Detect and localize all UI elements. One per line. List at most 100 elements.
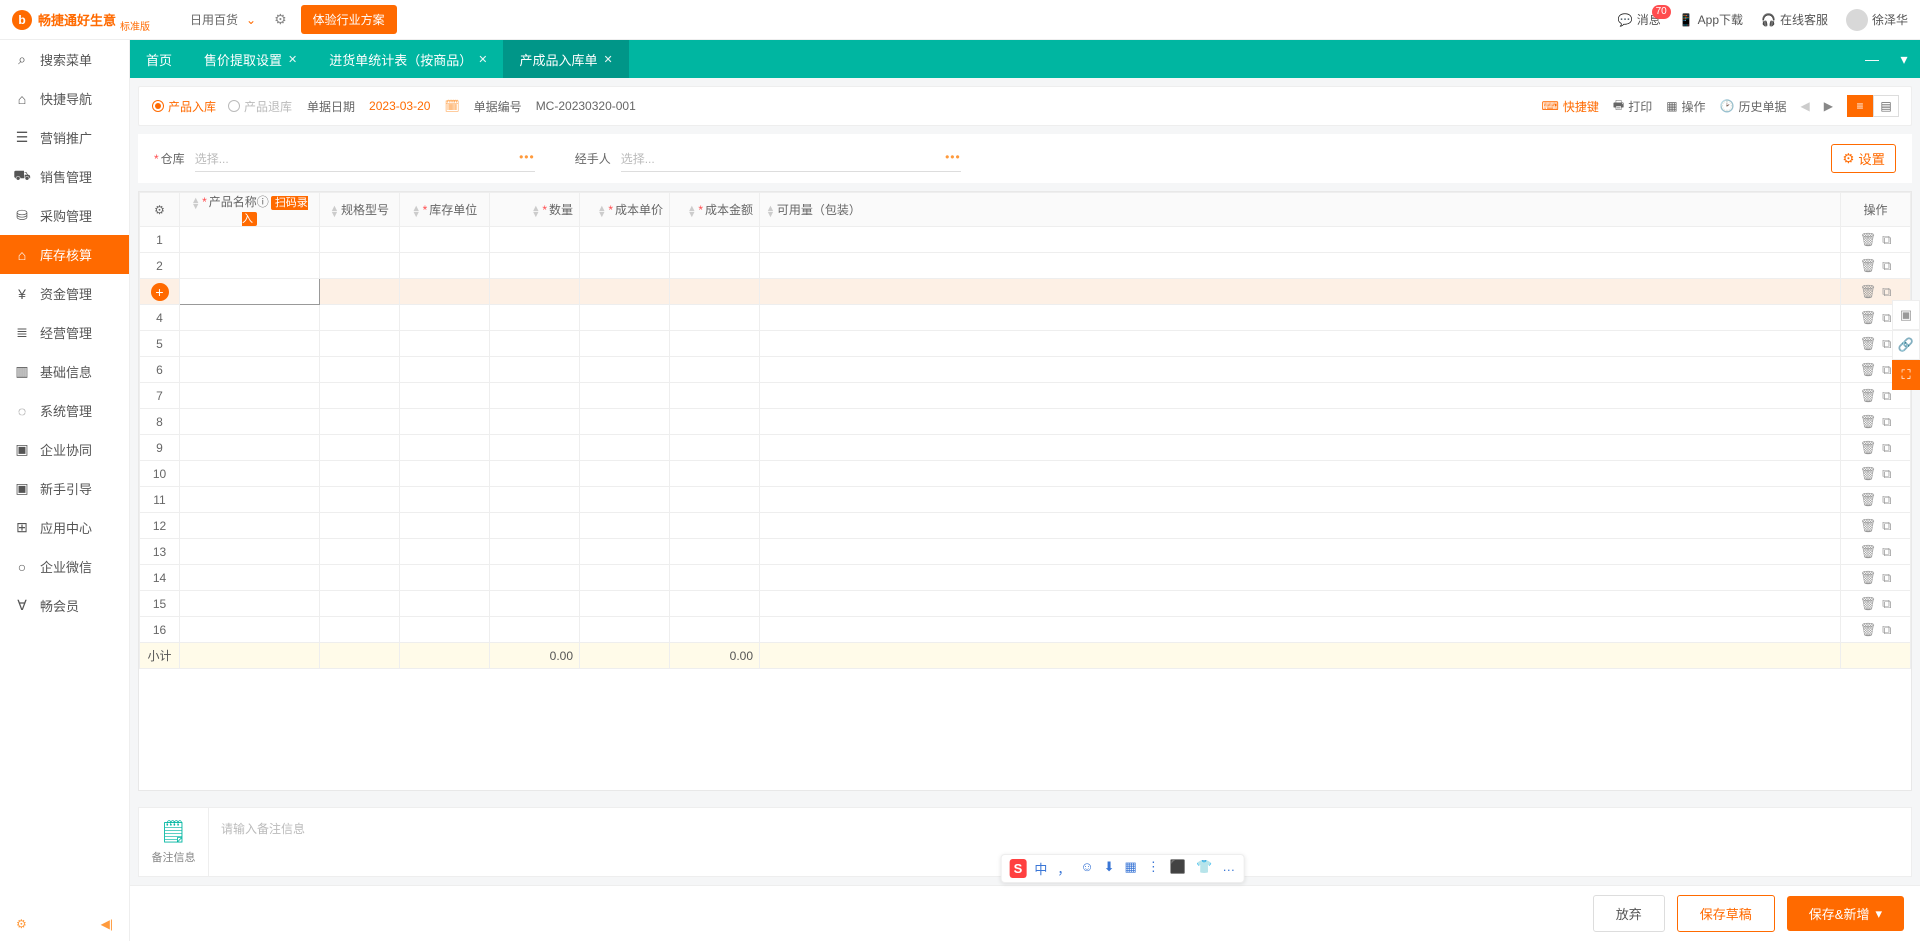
table-row[interactable]: 13🗑⧉ — [140, 539, 1911, 565]
table-row[interactable]: 2🗑⧉ — [140, 253, 1911, 279]
collapse-icon[interactable]: ◀︎| — [101, 917, 113, 931]
sidebar-item[interactable]: ▣企业协同 — [0, 430, 129, 469]
tab[interactable]: 售价提取设置✕ — [188, 40, 313, 78]
copy-icon[interactable]: ⧉ — [1882, 258, 1891, 273]
delete-icon[interactable]: 🗑 — [1860, 570, 1877, 585]
tab-menu-button[interactable]: ▾ — [1888, 40, 1920, 78]
ime-item[interactable]: ⬇ — [1104, 859, 1115, 878]
table-row[interactable]: 9🗑⧉ — [140, 435, 1911, 461]
table-row[interactable]: 7🗑⧉ — [140, 383, 1911, 409]
table-row[interactable]: 10🗑⧉ — [140, 461, 1911, 487]
copy-icon[interactable]: ⧉ — [1882, 362, 1891, 377]
ime-item[interactable]: ， — [1057, 859, 1070, 878]
sidebar-item[interactable]: ⌕搜索菜单 — [0, 40, 129, 79]
ime-item[interactable]: ⋮ — [1147, 859, 1160, 878]
col-product-name[interactable]: ▲▼*产品名称ⓘ扫码录入 — [180, 193, 320, 227]
table-row[interactable]: 8🗑⧉ — [140, 409, 1911, 435]
dock-button-2[interactable]: 🔗 — [1892, 330, 1920, 360]
date-value[interactable]: 2023-03-20 — [369, 99, 430, 113]
col-config[interactable]: ⚙ — [140, 193, 180, 227]
copy-icon[interactable]: ⧉ — [1882, 570, 1891, 585]
copy-icon[interactable]: ⧉ — [1882, 310, 1891, 325]
settings-icon[interactable]: ⚙ — [16, 917, 27, 931]
user-menu[interactable]: 徐泽华 — [1846, 9, 1908, 31]
dock-button-3[interactable]: ⛶ — [1892, 360, 1920, 390]
sidebar-item[interactable]: ▥基础信息 — [0, 352, 129, 391]
delete-icon[interactable]: 🗑 — [1860, 492, 1877, 507]
sidebar-item[interactable]: ¥资金管理 — [0, 274, 129, 313]
sidebar-item[interactable]: ⛟销售管理 — [0, 157, 129, 196]
copy-icon[interactable]: ⧉ — [1882, 232, 1891, 247]
table-row[interactable]: 4🗑⧉ — [140, 305, 1911, 331]
table-row[interactable]: 6🗑⧉ — [140, 357, 1911, 383]
ime-item[interactable]: ▦ — [1125, 859, 1137, 878]
operation-link[interactable]: ▦操作 — [1666, 98, 1705, 115]
delete-icon[interactable]: 🗑 — [1860, 622, 1877, 637]
copy-icon[interactable]: ⧉ — [1882, 596, 1891, 611]
sidebar-item[interactable]: ⌂快捷导航 — [0, 79, 129, 118]
category-select[interactable]: 日用百货 ⌄ — [190, 11, 256, 28]
ime-item[interactable]: … — [1222, 859, 1235, 878]
table-row[interactable]: 14🗑⧉ — [140, 565, 1911, 591]
col-amount[interactable]: ▲▼*成本金额 — [670, 193, 760, 227]
settings-button[interactable]: ⚙设置 — [1831, 144, 1896, 173]
prev-doc-icon[interactable]: ◀ — [1801, 99, 1810, 113]
ime-item[interactable]: ☺ — [1080, 859, 1093, 878]
warehouse-select[interactable]: 选择...••• — [195, 146, 535, 172]
history-link[interactable]: 🕑历史单据 — [1720, 98, 1787, 115]
table-row[interactable]: +🗑⧉ — [140, 279, 1911, 305]
ime-item[interactable]: ⬛ — [1170, 859, 1186, 878]
table-row[interactable]: 15🗑⧉ — [140, 591, 1911, 617]
tab-minimize-button[interactable]: — — [1856, 40, 1888, 78]
copy-icon[interactable]: ⧉ — [1882, 336, 1891, 351]
copy-icon[interactable]: ⧉ — [1882, 492, 1891, 507]
sidebar-item[interactable]: ∀畅会员 — [0, 586, 129, 625]
col-available[interactable]: ▲▼可用量（包装） — [760, 193, 1841, 227]
save-new-button[interactable]: 保存&新增▾ — [1787, 896, 1904, 931]
sidebar-item[interactable]: ≣经营管理 — [0, 313, 129, 352]
tab[interactable]: 进货单统计表（按商品）✕ — [313, 40, 503, 78]
close-icon[interactable]: ✕ — [604, 53, 613, 66]
ime-toolbar[interactable]: S 中，☺⬇▦⋮⬛👕… — [1001, 854, 1245, 883]
app-download-button[interactable]: 📱 App下载 — [1679, 11, 1743, 28]
sidebar-item[interactable]: ⛁采购管理 — [0, 196, 129, 235]
sidebar-item[interactable]: ⌂库存核算 — [0, 235, 129, 274]
online-service-button[interactable]: 🎧 在线客服 — [1761, 11, 1828, 28]
copy-icon[interactable]: ⧉ — [1882, 440, 1891, 455]
delete-icon[interactable]: 🗑 — [1860, 284, 1877, 299]
delete-icon[interactable]: 🗑 — [1860, 414, 1877, 429]
add-row-icon[interactable]: + — [151, 283, 169, 301]
delete-icon[interactable]: 🗑 — [1860, 362, 1877, 377]
radio-inbound[interactable]: 产品入库 — [152, 98, 216, 115]
gear-icon[interactable]: ⚙ — [274, 11, 287, 28]
delete-icon[interactable]: 🗑 — [1860, 232, 1877, 247]
col-unit[interactable]: ▲▼*库存单位 — [400, 193, 490, 227]
shortcut-link[interactable]: ⌨快捷键 — [1542, 98, 1599, 115]
calendar-icon[interactable]: 🗓 — [444, 99, 459, 113]
sidebar-item[interactable]: ◌系统管理 — [0, 391, 129, 430]
copy-icon[interactable]: ⧉ — [1882, 622, 1891, 637]
delete-icon[interactable]: 🗑 — [1860, 336, 1877, 351]
ime-item[interactable]: 中 — [1034, 859, 1047, 878]
delete-icon[interactable]: 🗑 — [1860, 544, 1877, 559]
copy-icon[interactable]: ⧉ — [1882, 466, 1891, 481]
radio-return[interactable]: 产品退库 — [228, 98, 292, 115]
close-icon[interactable]: ✕ — [478, 53, 487, 66]
save-draft-button[interactable]: 保存草稿 — [1677, 895, 1775, 932]
handler-select[interactable]: 选择...••• — [621, 146, 961, 172]
discard-button[interactable]: 放弃 — [1593, 895, 1665, 932]
try-solution-button[interactable]: 体验行业方案 — [301, 5, 397, 34]
copy-icon[interactable]: ⧉ — [1882, 388, 1891, 403]
sidebar-item[interactable]: ⊞应用中心 — [0, 508, 129, 547]
messages-button[interactable]: 💬 消息 70 — [1618, 11, 1661, 28]
copy-icon[interactable]: ⧉ — [1882, 414, 1891, 429]
view-list-button[interactable]: ≡ — [1847, 95, 1873, 117]
table-row[interactable]: 5🗑⧉ — [140, 331, 1911, 357]
delete-icon[interactable]: 🗑 — [1860, 258, 1877, 273]
copy-icon[interactable]: ⧉ — [1882, 518, 1891, 533]
sidebar-item[interactable]: ☰营销推广 — [0, 118, 129, 157]
delete-icon[interactable]: 🗑 — [1860, 518, 1877, 533]
delete-icon[interactable]: 🗑 — [1860, 310, 1877, 325]
delete-icon[interactable]: 🗑 — [1860, 596, 1877, 611]
col-price[interactable]: ▲▼*成本单价 — [580, 193, 670, 227]
